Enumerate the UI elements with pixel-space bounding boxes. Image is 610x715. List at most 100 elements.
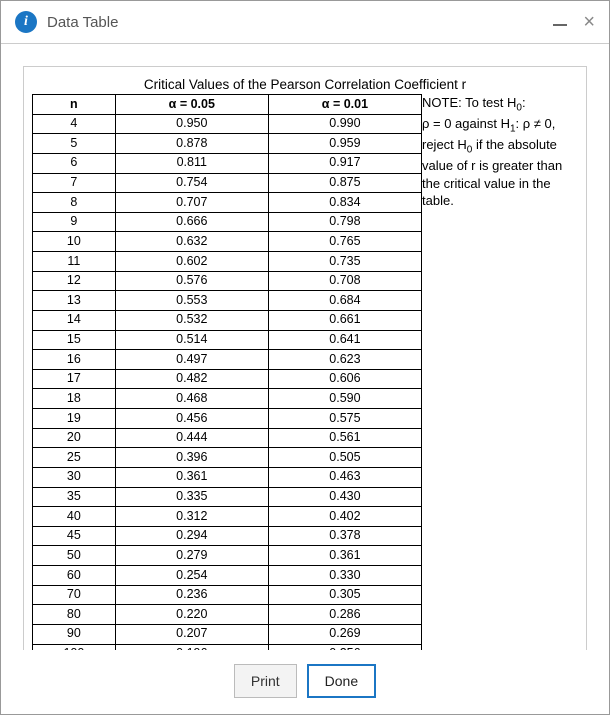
table-row: 60.8110.917 bbox=[33, 153, 422, 173]
cell-a05: 0.294 bbox=[115, 526, 268, 546]
cell-a05: 0.444 bbox=[115, 428, 268, 448]
cell-n: 30 bbox=[33, 467, 116, 487]
cell-a01: 0.798 bbox=[268, 212, 421, 232]
close-icon[interactable]: × bbox=[583, 15, 595, 29]
cell-a01: 0.505 bbox=[268, 448, 421, 468]
cell-n: 13 bbox=[33, 291, 116, 311]
window-title: Data Table bbox=[47, 14, 553, 31]
cell-n: 6 bbox=[33, 153, 116, 173]
cell-n: 70 bbox=[33, 585, 116, 605]
cell-n: 15 bbox=[33, 330, 116, 350]
done-button[interactable]: Done bbox=[307, 664, 376, 698]
cell-a01: 0.305 bbox=[268, 585, 421, 605]
cell-a05: 0.514 bbox=[115, 330, 268, 350]
table-row: 90.6660.798 bbox=[33, 212, 422, 232]
cell-a05: 0.361 bbox=[115, 467, 268, 487]
cell-n: 5 bbox=[33, 134, 116, 154]
cell-a05: 0.254 bbox=[115, 566, 268, 586]
table-header-row: n α = 0.05 α = 0.01 bbox=[33, 95, 422, 115]
cell-n: 16 bbox=[33, 350, 116, 370]
cell-n: 40 bbox=[33, 507, 116, 527]
table-row: 150.5140.641 bbox=[33, 330, 422, 350]
info-icon: i bbox=[15, 11, 37, 33]
cell-a01: 0.735 bbox=[268, 252, 421, 272]
col-alpha-01: α = 0.01 bbox=[268, 95, 421, 115]
content-area: Critical Values of the Pearson Correlati… bbox=[1, 44, 609, 650]
table-row: 900.2070.269 bbox=[33, 624, 422, 644]
table-row: 350.3350.430 bbox=[33, 487, 422, 507]
table-row: 50.8780.959 bbox=[33, 134, 422, 154]
cell-a05: 0.396 bbox=[115, 448, 268, 468]
cell-n: 19 bbox=[33, 409, 116, 429]
table-row: 180.4680.590 bbox=[33, 389, 422, 409]
cell-a01: 0.641 bbox=[268, 330, 421, 350]
cell-a01: 0.708 bbox=[268, 271, 421, 291]
cell-a05: 0.576 bbox=[115, 271, 268, 291]
cell-a01: 0.684 bbox=[268, 291, 421, 311]
cell-n: 25 bbox=[33, 448, 116, 468]
cell-a05: 0.468 bbox=[115, 389, 268, 409]
table-row: 700.2360.305 bbox=[33, 585, 422, 605]
cell-n: 7 bbox=[33, 173, 116, 193]
cell-a05: 0.207 bbox=[115, 624, 268, 644]
cell-a05: 0.602 bbox=[115, 252, 268, 272]
cell-n: 20 bbox=[33, 428, 116, 448]
cell-a01: 0.959 bbox=[268, 134, 421, 154]
cell-a05: 0.497 bbox=[115, 350, 268, 370]
cell-a01: 0.606 bbox=[268, 369, 421, 389]
cell-a01: 0.463 bbox=[268, 467, 421, 487]
cell-a05: 0.312 bbox=[115, 507, 268, 527]
table-row: 110.6020.735 bbox=[33, 252, 422, 272]
cell-a01: 0.430 bbox=[268, 487, 421, 507]
print-button[interactable]: Print bbox=[234, 664, 297, 698]
table-row: 800.2200.286 bbox=[33, 605, 422, 625]
cell-a05: 0.279 bbox=[115, 546, 268, 566]
table-row: 140.5320.661 bbox=[33, 310, 422, 330]
cell-a01: 0.269 bbox=[268, 624, 421, 644]
cell-a05: 0.632 bbox=[115, 232, 268, 252]
table-panel: Critical Values of the Pearson Correlati… bbox=[23, 66, 587, 650]
cell-a05: 0.878 bbox=[115, 134, 268, 154]
cell-n: 45 bbox=[33, 526, 116, 546]
table-row: 400.3120.402 bbox=[33, 507, 422, 527]
cell-n: 12 bbox=[33, 271, 116, 291]
notes: NOTE: To test H0: ρ = 0 against H1: ρ ≠ … bbox=[420, 94, 578, 210]
minimize-icon[interactable] bbox=[553, 24, 567, 26]
table-row: 130.5530.684 bbox=[33, 291, 422, 311]
table-row: 170.4820.606 bbox=[33, 369, 422, 389]
table-row: 500.2790.361 bbox=[33, 546, 422, 566]
titlebar: i Data Table × bbox=[1, 1, 609, 44]
cell-n: 90 bbox=[33, 624, 116, 644]
cell-a01: 0.575 bbox=[268, 409, 421, 429]
cell-n: 17 bbox=[33, 369, 116, 389]
table-caption: Critical Values of the Pearson Correlati… bbox=[32, 77, 578, 92]
cell-a05: 0.220 bbox=[115, 605, 268, 625]
cell-n: 80 bbox=[33, 605, 116, 625]
cell-n: 4 bbox=[33, 114, 116, 134]
cell-a01: 0.990 bbox=[268, 114, 421, 134]
cell-n: 14 bbox=[33, 310, 116, 330]
cell-a05: 0.335 bbox=[115, 487, 268, 507]
dialog-footer: Print Done bbox=[1, 650, 609, 714]
table-row: 450.2940.378 bbox=[33, 526, 422, 546]
cell-a05: 0.666 bbox=[115, 212, 268, 232]
cell-n: 10 bbox=[33, 232, 116, 252]
cell-a01: 0.330 bbox=[268, 566, 421, 586]
cell-a01: 0.875 bbox=[268, 173, 421, 193]
cell-a01: 0.765 bbox=[268, 232, 421, 252]
cell-a01: 0.561 bbox=[268, 428, 421, 448]
cell-a05: 0.482 bbox=[115, 369, 268, 389]
cell-a05: 0.456 bbox=[115, 409, 268, 429]
cell-a05: 0.950 bbox=[115, 114, 268, 134]
cell-a01: 0.917 bbox=[268, 153, 421, 173]
cell-a01: 0.590 bbox=[268, 389, 421, 409]
cell-a05: 0.236 bbox=[115, 585, 268, 605]
table-row: 120.5760.708 bbox=[33, 271, 422, 291]
cell-a05: 0.707 bbox=[115, 193, 268, 213]
table-row: 40.9500.990 bbox=[33, 114, 422, 134]
window-controls: × bbox=[553, 15, 595, 29]
cell-a01: 0.286 bbox=[268, 605, 421, 625]
cell-a01: 0.834 bbox=[268, 193, 421, 213]
critical-values-table: n α = 0.05 α = 0.01 40.9500.99050.8780.9… bbox=[32, 94, 422, 650]
table-row: 80.7070.834 bbox=[33, 193, 422, 213]
